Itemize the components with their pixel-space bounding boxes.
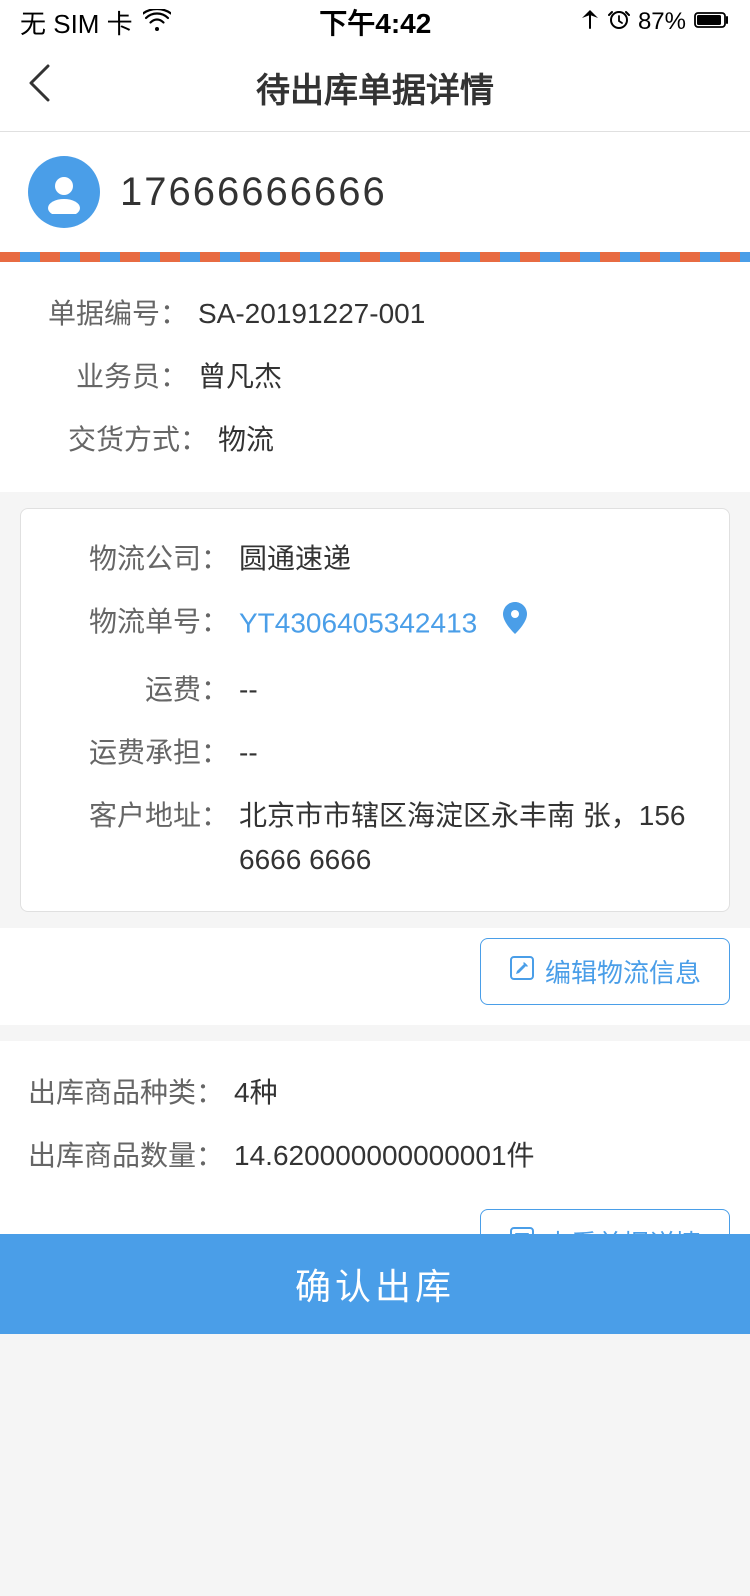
status-bar-left: 无 SIM 卡 [20, 4, 171, 41]
goods-type-row: 出库商品种类： 4种 [28, 1071, 722, 1116]
goods-quantity-label: 出库商品数量： [28, 1134, 224, 1179]
status-bar: 无 SIM 卡 下午4:42 [0, 0, 750, 44]
tracking-row: 物流单号： YT4306405342413 [49, 600, 701, 650]
delivery-label: 交货方式： [28, 418, 208, 463]
freight-bearer-row: 运费承担： -- [49, 731, 701, 776]
salesperson-row: 业务员： 曾凡杰 [28, 355, 722, 400]
wifi-icon [143, 7, 171, 38]
logistics-company-label: 物流公司： [49, 537, 229, 582]
user-header: 17666666666 [0, 132, 750, 252]
gps-icon [580, 8, 600, 37]
page-title: 待出库单据详情 [256, 63, 494, 112]
delivery-value: 物流 [218, 418, 722, 463]
freight-bearer-label: 运费承担： [49, 731, 229, 776]
freight-row: 运费： -- [49, 668, 701, 713]
tracking-value: YT4306405342413 [239, 600, 701, 650]
battery-percentage: 87% [638, 8, 686, 36]
freight-bearer-value: -- [239, 731, 701, 776]
confirm-button[interactable]: 确认出库 [0, 1234, 750, 1334]
goods-info-section: 出库商品种类： 4种 出库商品数量： 14.620000000000001件 [0, 1041, 750, 1209]
salesperson-value: 曾凡杰 [198, 355, 722, 400]
back-button[interactable] [28, 64, 50, 112]
freight-value: -- [239, 668, 701, 713]
salesperson-label: 业务员： [28, 355, 188, 400]
tracking-label: 物流单号： [49, 600, 229, 645]
document-number-value: SA-20191227-001 [198, 292, 722, 337]
goods-quantity-value: 14.620000000000001件 [234, 1134, 722, 1179]
edit-logistics-label: 编辑物流信息 [545, 953, 701, 990]
edit-icon [509, 955, 535, 988]
edit-logistics-row: 编辑物流信息 [0, 928, 750, 1025]
nav-bar: 待出库单据详情 [0, 44, 750, 132]
freight-label: 运费： [49, 668, 229, 713]
dashed-separator [0, 252, 750, 262]
address-label: 客户地址： [49, 794, 229, 839]
logistics-company-value: 圆通速递 [239, 537, 701, 582]
goods-quantity-row: 出库商品数量： 14.620000000000001件 [28, 1134, 722, 1179]
user-phone: 17666666666 [120, 170, 387, 215]
battery-icon [694, 8, 730, 36]
logistics-card: 物流公司： 圆通速递 物流单号： YT4306405342413 运费： -- … [20, 508, 730, 912]
edit-logistics-button[interactable]: 编辑物流信息 [480, 938, 730, 1005]
document-number-label: 单据编号： [28, 292, 188, 337]
logistics-company-row: 物流公司： 圆通速递 [49, 537, 701, 582]
sim-status: 无 SIM 卡 [20, 4, 133, 41]
confirm-label: 确认出库 [295, 1258, 455, 1310]
avatar [28, 156, 100, 228]
status-bar-right: 87% [580, 8, 730, 37]
status-bar-time: 下午4:42 [319, 2, 431, 42]
delivery-row: 交货方式： 物流 [28, 418, 722, 463]
goods-type-label: 出库商品种类： [28, 1071, 224, 1116]
address-value: 北京市市辖区海淀区永丰南 张，156 6666 6666 [239, 794, 701, 884]
address-row: 客户地址： 北京市市辖区海淀区永丰南 张，156 6666 6666 [49, 794, 701, 884]
location-icon[interactable] [499, 600, 531, 650]
alarm-icon [608, 8, 630, 37]
goods-type-value: 4种 [234, 1071, 722, 1116]
section-divider [0, 1025, 750, 1041]
document-info-section: 单据编号： SA-20191227-001 业务员： 曾凡杰 交货方式： 物流 [0, 262, 750, 492]
document-number-row: 单据编号： SA-20191227-001 [28, 292, 722, 337]
